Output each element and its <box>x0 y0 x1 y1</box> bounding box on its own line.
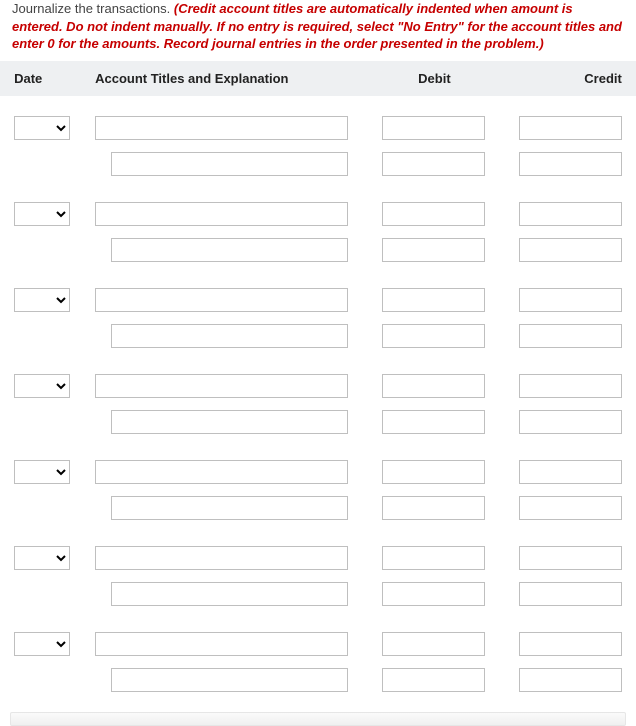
debit-input[interactable] <box>382 582 485 606</box>
credit-input[interactable] <box>519 202 622 226</box>
journal-entry-line1 <box>10 626 626 662</box>
header-account: Account Titles and Explanation <box>89 61 352 96</box>
account-title-input[interactable] <box>95 202 349 226</box>
debit-input[interactable] <box>382 202 485 226</box>
journal-entry-line1 <box>10 368 626 404</box>
credit-input[interactable] <box>519 374 622 398</box>
debit-input[interactable] <box>382 632 485 656</box>
journal-entry-line1 <box>10 110 626 146</box>
account-title-input[interactable] <box>95 288 349 312</box>
credit-input[interactable] <box>519 152 622 176</box>
date-select[interactable] <box>14 546 70 570</box>
instructions-lead: Journalize the transactions. <box>12 1 174 16</box>
journal-entry-line1 <box>10 454 626 490</box>
debit-input[interactable] <box>382 410 485 434</box>
date-select[interactable] <box>14 116 70 140</box>
journal-entry-line2 <box>10 662 626 698</box>
debit-input[interactable] <box>382 374 485 398</box>
journal-entry-line2 <box>10 318 626 354</box>
debit-input[interactable] <box>382 668 485 692</box>
instructions-block: Journalize the transactions. (Credit acc… <box>0 0 636 61</box>
debit-input[interactable] <box>382 152 485 176</box>
account-title-input-indent[interactable] <box>111 152 349 176</box>
date-select[interactable] <box>14 374 70 398</box>
account-title-input[interactable] <box>95 116 349 140</box>
credit-input[interactable] <box>519 582 622 606</box>
credit-input[interactable] <box>519 324 622 348</box>
credit-input[interactable] <box>519 238 622 262</box>
journal-entry-line1 <box>10 196 626 232</box>
account-title-input-indent[interactable] <box>111 410 349 434</box>
journal-entry-line2 <box>10 576 626 612</box>
account-title-input-indent[interactable] <box>111 496 349 520</box>
credit-input[interactable] <box>519 116 622 140</box>
journal-entry-line2 <box>10 490 626 526</box>
debit-input[interactable] <box>382 116 485 140</box>
account-title-input[interactable] <box>95 546 349 570</box>
credit-input[interactable] <box>519 546 622 570</box>
journal-header-table: Date Account Titles and Explanation Debi… <box>0 61 636 96</box>
credit-input[interactable] <box>519 288 622 312</box>
journal-entry-line2 <box>10 232 626 268</box>
journal-entry-line2 <box>10 146 626 182</box>
date-select[interactable] <box>14 202 70 226</box>
date-select[interactable] <box>14 460 70 484</box>
journal-body-table <box>10 96 626 698</box>
journal-entry-line1 <box>10 540 626 576</box>
account-title-input-indent[interactable] <box>111 324 349 348</box>
date-select[interactable] <box>14 288 70 312</box>
header-date: Date <box>8 61 89 96</box>
date-select[interactable] <box>14 632 70 656</box>
debit-input[interactable] <box>382 460 485 484</box>
account-title-input-indent[interactable] <box>111 238 349 262</box>
journal-entry-line2 <box>10 404 626 440</box>
credit-input[interactable] <box>519 632 622 656</box>
account-title-input-indent[interactable] <box>111 582 349 606</box>
debit-input[interactable] <box>382 496 485 520</box>
credit-input[interactable] <box>519 410 622 434</box>
horizontal-scrollbar[interactable] <box>10 712 626 726</box>
account-title-input[interactable] <box>95 632 349 656</box>
header-credit: Credit <box>516 61 627 96</box>
header-debit: Debit <box>379 61 490 96</box>
column-header-row: Date Account Titles and Explanation Debi… <box>0 61 636 96</box>
debit-input[interactable] <box>382 238 485 262</box>
journal-entry-line1 <box>10 282 626 318</box>
debit-input[interactable] <box>382 546 485 570</box>
account-title-input-indent[interactable] <box>111 668 349 692</box>
credit-input[interactable] <box>519 668 622 692</box>
account-title-input[interactable] <box>95 374 349 398</box>
account-title-input[interactable] <box>95 460 349 484</box>
credit-input[interactable] <box>519 496 622 520</box>
credit-input[interactable] <box>519 460 622 484</box>
debit-input[interactable] <box>382 324 485 348</box>
debit-input[interactable] <box>382 288 485 312</box>
journal-body <box>0 96 636 708</box>
